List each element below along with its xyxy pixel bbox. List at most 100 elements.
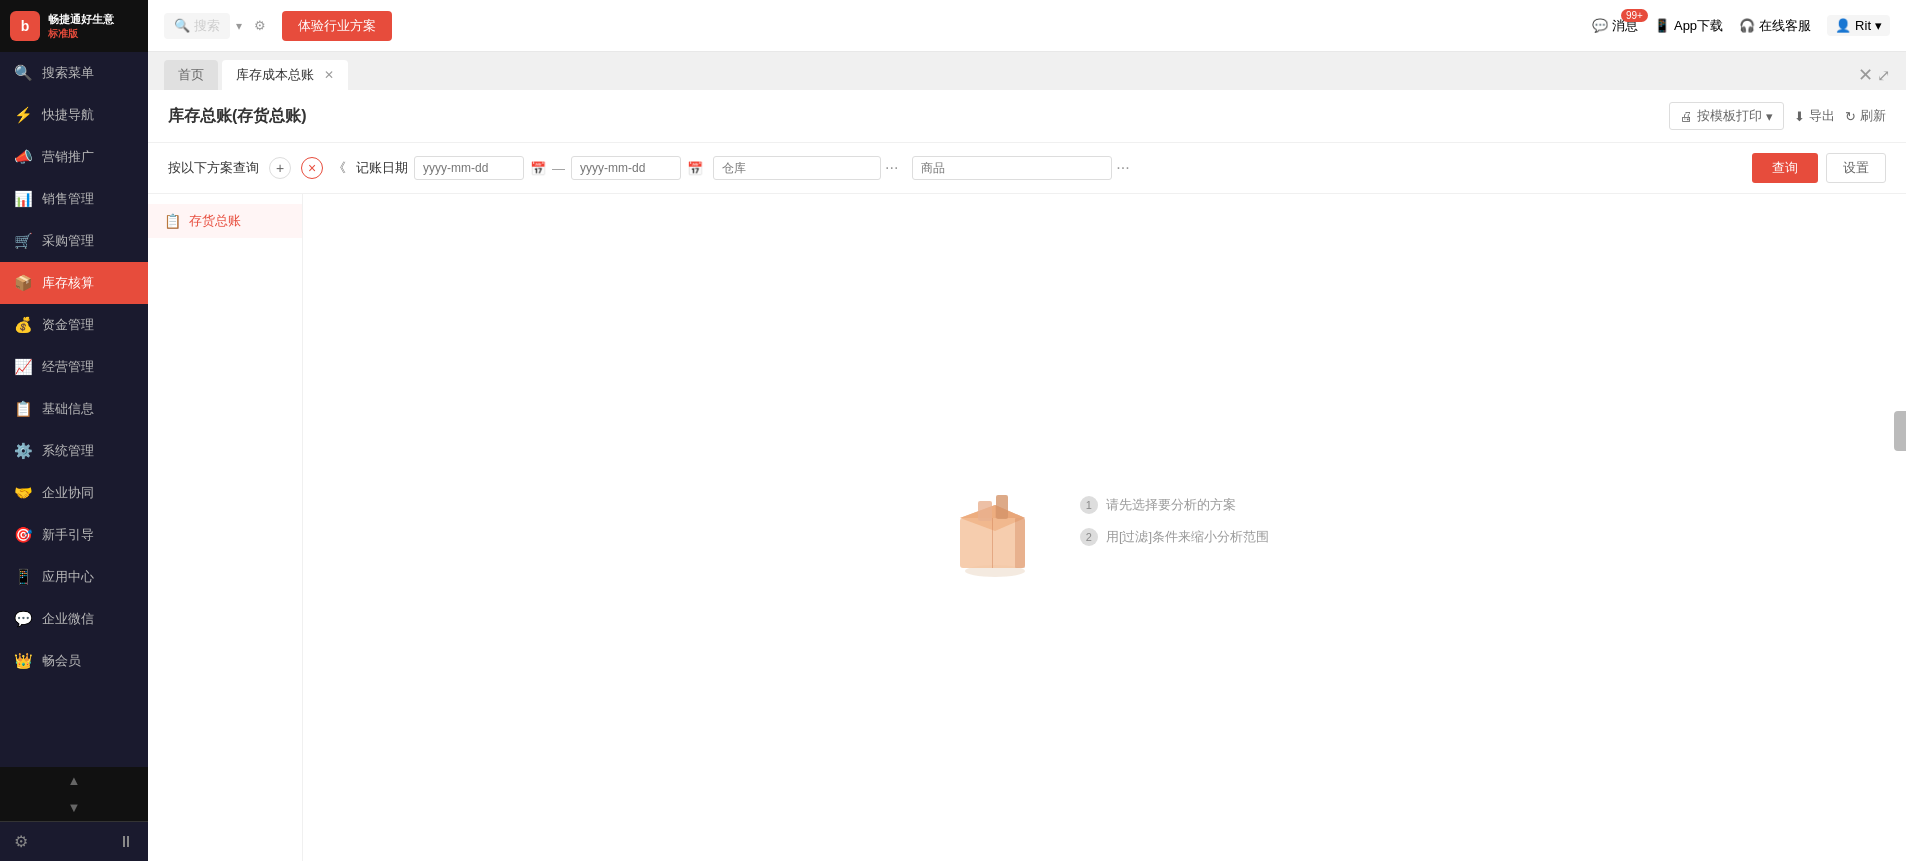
scheme-item-inventory-ledger[interactable]: 📋 存货总账 xyxy=(148,204,302,238)
date-to-input[interactable] xyxy=(571,156,681,180)
empty-content: 1 请先选择要分析的方案 2 用[过滤]条件来缩小分析范围 xyxy=(940,473,1269,583)
gear-icon[interactable]: ⚙ xyxy=(254,18,266,33)
sidebar-item-search-menu[interactable]: 🔍 搜索菜单 xyxy=(0,52,148,94)
sidebar-item-quick-nav[interactable]: ⚡ 快捷导航 xyxy=(0,94,148,136)
warehouse-more-icon[interactable]: ··· xyxy=(881,159,902,177)
app-center-icon: 📱 xyxy=(14,568,32,586)
sidebar-item-finance[interactable]: 💰 资金管理 xyxy=(0,304,148,346)
topbar: 🔍 搜索 ▾ ⚙ 体验行业方案 💬 消息 99+ 📱 App下载 🎧 在线客服 xyxy=(148,0,1906,52)
export-button[interactable]: ⬇ 导出 xyxy=(1794,107,1835,125)
guide-icon: 🎯 xyxy=(14,526,32,544)
svg-rect-5 xyxy=(996,495,1008,519)
sidebar-item-marketing[interactable]: 📣 营销推广 xyxy=(0,136,148,178)
sidebar-item-sales[interactable]: 📊 销售管理 xyxy=(0,178,148,220)
expand-icon[interactable]: ⤢ xyxy=(1877,66,1890,85)
user-avatar[interactable]: 👤 Rit ▾ xyxy=(1827,15,1890,36)
scheme-icon: 📋 xyxy=(164,213,181,229)
filter-collapse-button[interactable]: 《 xyxy=(333,159,346,177)
calendar-to-icon[interactable]: 📅 xyxy=(687,161,703,176)
headset-icon: 🎧 xyxy=(1739,18,1755,33)
page-title: 库存总账(存货总账) xyxy=(168,106,307,127)
app-name: 畅捷通好生意 xyxy=(48,12,114,26)
scheme-list: 📋 存货总账 xyxy=(148,194,303,861)
tab-close-icon[interactable]: ✕ xyxy=(324,68,334,82)
sidebar-item-wechat[interactable]: 💬 企业微信 xyxy=(0,598,148,640)
sidebar-item-inventory[interactable]: 📦 库存核算 xyxy=(0,262,148,304)
date-separator: — xyxy=(552,161,565,176)
quick-nav-icon: ⚡ xyxy=(14,106,32,124)
tabbar: 首页 库存成本总账 ✕ ✕ ⤢ xyxy=(148,52,1906,90)
svg-rect-4 xyxy=(978,501,992,521)
sidebar-item-purchase[interactable]: 🛒 采购管理 xyxy=(0,220,148,262)
sidebar-item-app-center[interactable]: 📱 应用中心 xyxy=(0,556,148,598)
export-icon: ⬇ xyxy=(1794,109,1805,124)
page-content: 库存总账(存货总账) 🖨 按模板打印 ▾ ⬇ 导出 ↻ 刷新 xyxy=(148,90,1906,861)
settings-icon[interactable]: ⚙ xyxy=(14,832,28,851)
product-more-icon[interactable]: ··· xyxy=(1112,159,1133,177)
app-download-button[interactable]: 📱 App下载 xyxy=(1654,17,1723,35)
chevron-down-icon: ▾ xyxy=(236,19,242,33)
filter-label: 按以下方案查询 xyxy=(168,159,259,177)
collapse-icon[interactable]: ⏸ xyxy=(118,833,134,851)
tab-home[interactable]: 首页 xyxy=(164,60,218,90)
user-name: Rit xyxy=(1855,18,1871,33)
page-header: 库存总账(存货总账) 🖨 按模板打印 ▾ ⬇ 导出 ↻ 刷新 xyxy=(148,90,1906,143)
message-badge: 99+ xyxy=(1621,9,1648,22)
settings-button[interactable]: 设置 xyxy=(1826,153,1886,183)
calendar-from-icon[interactable]: 📅 xyxy=(530,161,546,176)
app-logo: b 畅捷通好生意 标准版 xyxy=(0,0,148,52)
sidebar-nav: 🔍 搜索菜单 ⚡ 快捷导航 📣 营销推广 📊 销售管理 🛒 采购管理 📦 库存核… xyxy=(0,52,148,767)
page-header-actions: 🖨 按模板打印 ▾ ⬇ 导出 ↻ 刷新 xyxy=(1669,102,1886,130)
system-icon: ⚙️ xyxy=(14,442,32,460)
user-icon: 👤 xyxy=(1835,18,1851,33)
online-service-button[interactable]: 🎧 在线客服 xyxy=(1739,17,1811,35)
sidebar-item-basic-info[interactable]: 📋 基础信息 xyxy=(0,388,148,430)
tab-inventory-cost[interactable]: 库存成本总账 ✕ xyxy=(222,60,348,90)
sidebar-bottom: ⚙ ⏸ xyxy=(0,821,148,861)
topbar-search[interactable]: 🔍 搜索 xyxy=(164,13,230,39)
sidebar-item-guide[interactable]: 🎯 新手引导 xyxy=(0,514,148,556)
empty-tip-2: 2 用[过滤]条件来缩小分析范围 xyxy=(1080,528,1269,546)
content-panel: 库存总账(存货总账) 🖨 按模板打印 ▾ ⬇ 导出 ↻ 刷新 xyxy=(148,90,1906,861)
refresh-button[interactable]: ↻ 刷新 xyxy=(1845,107,1886,125)
search-button[interactable]: 查询 xyxy=(1752,153,1818,183)
operations-icon: 📈 xyxy=(14,358,32,376)
scheme-content-area: 📋 存货总账 xyxy=(148,194,1906,861)
purchase-icon: 🛒 xyxy=(14,232,32,250)
topbar-right: 💬 消息 99+ 📱 App下载 🎧 在线客服 👤 Rit ▾ xyxy=(1592,15,1890,36)
date-label: 记账日期 xyxy=(356,159,408,177)
right-panel-indicator[interactable] xyxy=(1894,411,1906,451)
trial-industry-button[interactable]: 体验行业方案 xyxy=(282,11,392,41)
warehouse-select-wrap: ··· xyxy=(713,156,902,180)
filter-add-button[interactable]: + xyxy=(269,157,291,179)
svg-rect-3 xyxy=(1015,518,1025,568)
product-select-wrap: ··· xyxy=(912,156,1133,180)
empty-tips: 1 请先选择要分析的方案 2 用[过滤]条件来缩小分析范围 xyxy=(1080,496,1269,560)
empty-state-area: 1 请先选择要分析的方案 2 用[过滤]条件来缩小分析范围 xyxy=(303,194,1906,861)
sidebar-item-system[interactable]: ⚙️ 系统管理 xyxy=(0,430,148,472)
sidebar-scroll-up[interactable]: ▲ xyxy=(0,767,148,794)
filter-date-group: 记账日期 📅 — 📅 xyxy=(356,156,703,180)
sales-icon: 📊 xyxy=(14,190,32,208)
close-panel-button[interactable]: ✕ xyxy=(1854,64,1877,86)
print-button[interactable]: 🖨 按模板打印 ▾ xyxy=(1669,102,1784,130)
sidebar-item-operations[interactable]: 📈 经营管理 xyxy=(0,346,148,388)
sidebar-scroll-down[interactable]: ▼ xyxy=(0,794,148,821)
sidebar-item-member[interactable]: 👑 畅会员 xyxy=(0,640,148,682)
basic-info-icon: 📋 xyxy=(14,400,32,418)
topbar-left: 🔍 搜索 ▾ ⚙ 体验行业方案 xyxy=(164,11,1592,41)
product-input[interactable] xyxy=(912,156,1112,180)
inventory-icon: 📦 xyxy=(14,274,32,292)
app-edition: 标准版 xyxy=(48,27,114,40)
main-area: 🔍 搜索 ▾ ⚙ 体验行业方案 💬 消息 99+ 📱 App下载 🎧 在线客服 xyxy=(148,0,1906,861)
sidebar-item-enterprise[interactable]: 🤝 企业协同 xyxy=(0,472,148,514)
warehouse-input[interactable] xyxy=(713,156,881,180)
finance-icon: 💰 xyxy=(14,316,32,334)
date-from-input[interactable] xyxy=(414,156,524,180)
filter-delete-button[interactable]: × xyxy=(301,157,323,179)
message-button[interactable]: 💬 消息 99+ xyxy=(1592,17,1638,35)
marketing-icon: 📣 xyxy=(14,148,32,166)
search-placeholder: 搜索 xyxy=(194,17,220,35)
filter-bar: 按以下方案查询 + × 《 记账日期 📅 — 📅 ··· xyxy=(148,143,1906,194)
message-icon: 💬 xyxy=(1592,18,1608,33)
